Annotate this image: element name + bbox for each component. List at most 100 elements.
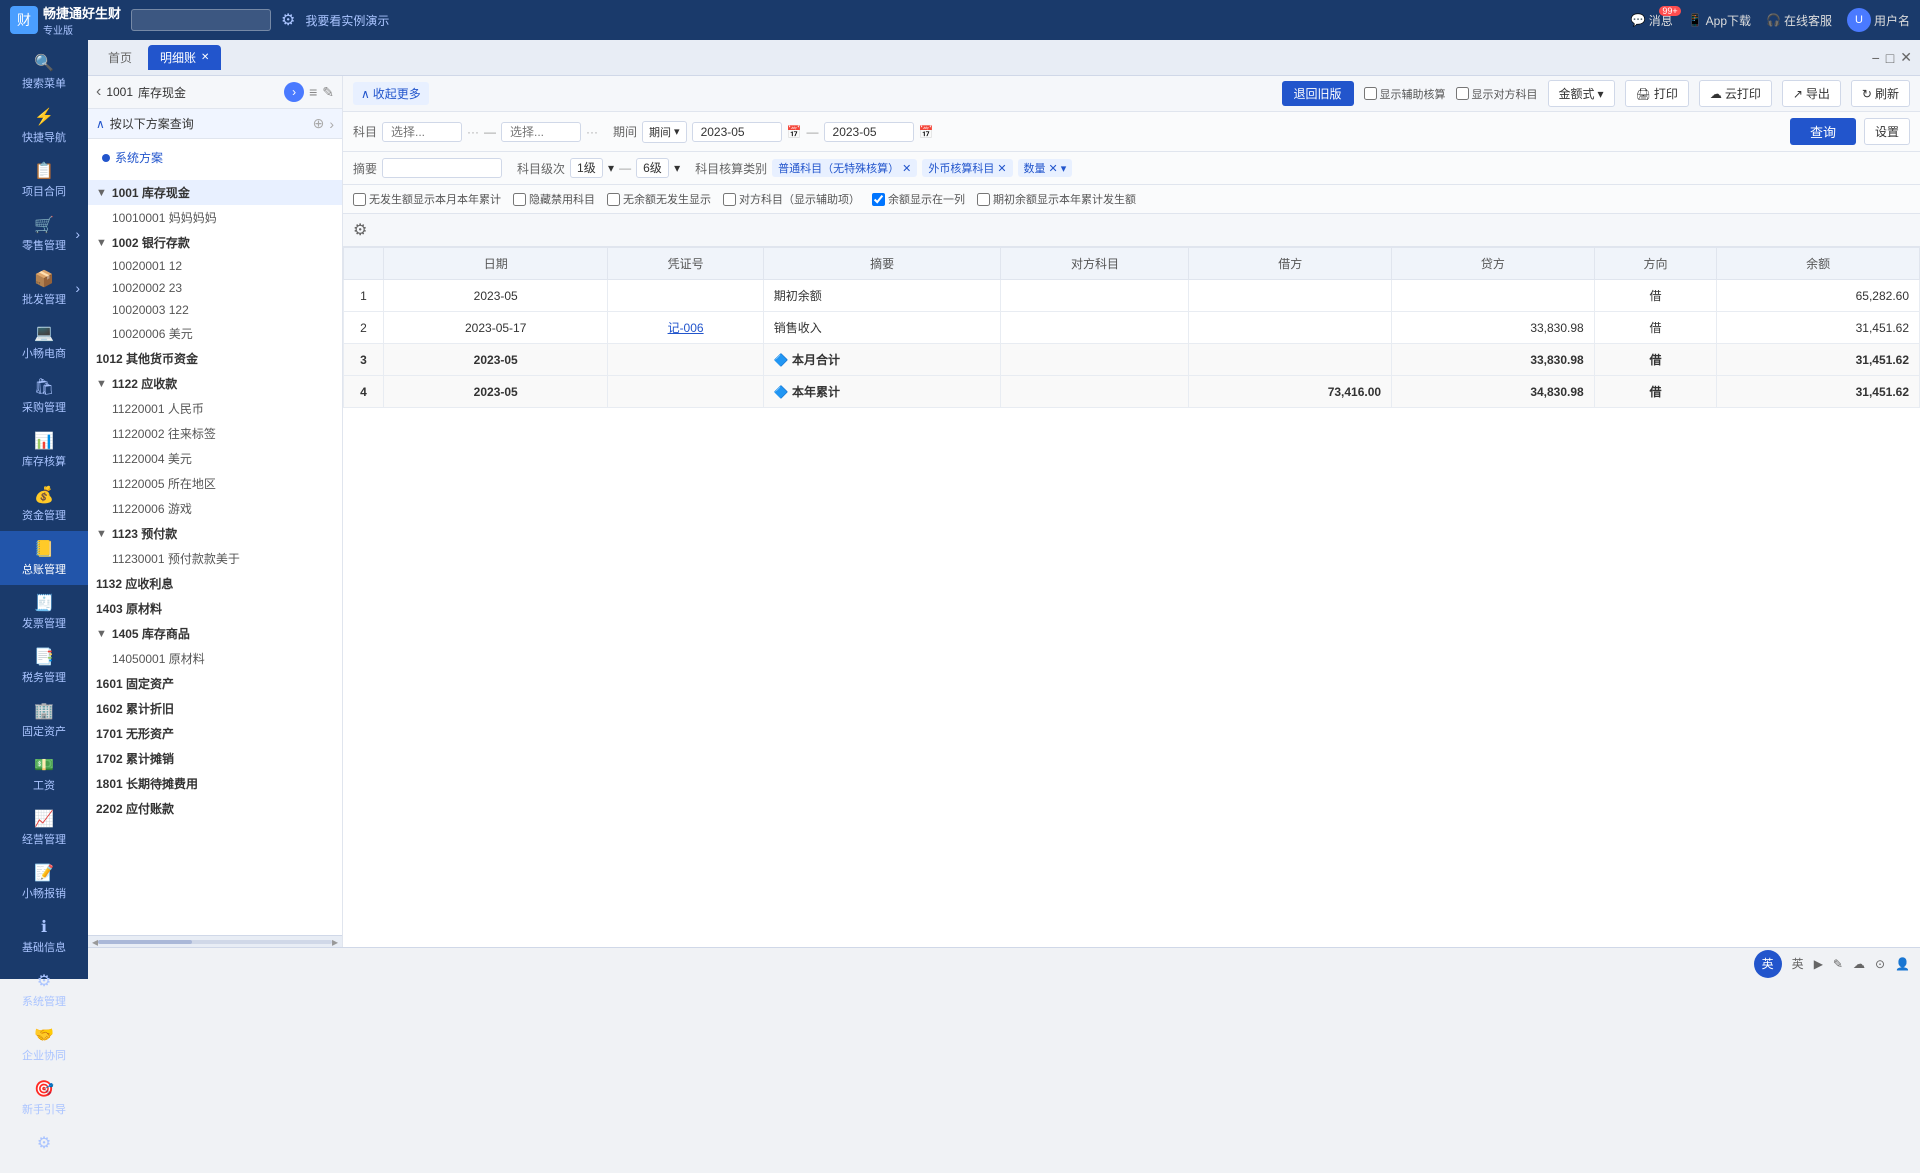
tree-item-1601[interactable]: 1601 固定资产 bbox=[88, 671, 342, 696]
sidebar-item-operations[interactable]: 📈 经营管理 bbox=[0, 801, 88, 855]
tree-item-11220001[interactable]: 11220001 人民币 bbox=[88, 396, 342, 421]
tree-item-1405[interactable]: ▼ 1405 库存商品 bbox=[88, 621, 342, 646]
level-from-select[interactable]: 1级2级3级 bbox=[570, 158, 603, 178]
sidebar-item-search[interactable]: 🔍 搜索菜单 bbox=[0, 45, 88, 99]
list-icon[interactable]: ≡ bbox=[309, 84, 317, 101]
calendar-start-icon[interactable]: 📅 bbox=[787, 125, 802, 139]
sidebar-item-project[interactable]: 📋 项目合同 bbox=[0, 153, 88, 207]
tree-item-10010001[interactable]: 10010001 妈妈妈妈 bbox=[88, 205, 342, 230]
show-opposite-subject-checkbox[interactable]: 显示对方科目 bbox=[1456, 86, 1538, 102]
app-download-button[interactable]: 📱 App下载 bbox=[1688, 12, 1751, 29]
refresh-button[interactable]: ↻ 刷新 bbox=[1851, 80, 1910, 107]
cloud-print-button[interactable]: ☁ 云打印 bbox=[1699, 80, 1772, 107]
voucher-link[interactable]: 记-006 bbox=[668, 321, 704, 335]
status-icon-edit[interactable]: ✎ bbox=[1833, 957, 1843, 971]
tree-item-1132[interactable]: 1132 应收利息 bbox=[88, 571, 342, 596]
tree-item-10020002[interactable]: 10020002 23 bbox=[88, 277, 342, 299]
tree-item-1403[interactable]: 1403 原材料 bbox=[88, 596, 342, 621]
tree-item-1702[interactable]: 1702 累计摊销 bbox=[88, 746, 342, 771]
tab-detail[interactable]: 明细账 ✕ bbox=[148, 45, 221, 70]
level-to-select[interactable]: 6级1级2级 bbox=[636, 158, 669, 178]
tree-item-1002[interactable]: ▼ 1002 银行存款 bbox=[88, 230, 342, 255]
demo-link[interactable]: 我要看实例演示 bbox=[305, 12, 389, 29]
sidebar-item-quick-nav[interactable]: ⚡ 快捷导航 bbox=[0, 99, 88, 153]
amount-style-button[interactable]: 金额式 ▾ bbox=[1548, 80, 1615, 107]
tree-item-11220002[interactable]: 11220002 往来标签 bbox=[88, 421, 342, 446]
arrow-right-icon[interactable]: › bbox=[329, 116, 334, 132]
back-to-old-button[interactable]: 退回旧版 bbox=[1282, 81, 1354, 106]
checkbox-no-occurrence[interactable]: 无发生额显示本月本年累计 bbox=[353, 191, 501, 207]
tree-item-10020006[interactable]: 10020006 美元 bbox=[88, 321, 342, 346]
checkbox-show-opposite[interactable]: 对方科目（显示辅助项） bbox=[723, 191, 860, 207]
tag-foreign-close[interactable]: ✕ bbox=[997, 162, 1006, 175]
sidebar-item-wholesale[interactable]: 📦 批发管理 bbox=[0, 261, 88, 315]
show-aux-accounting-checkbox[interactable]: 显示辅助核算 bbox=[1364, 86, 1446, 102]
settings-filter-button[interactable]: 设置 bbox=[1864, 118, 1910, 145]
scroll-right-icon[interactable]: ▸ bbox=[332, 935, 338, 948]
status-icon-person[interactable]: 👤 bbox=[1895, 957, 1910, 971]
checkbox-hide-disabled[interactable]: 隐藏禁用科目 bbox=[513, 191, 595, 207]
tree-item-11230001[interactable]: 11230001 预付款款美于 bbox=[88, 546, 342, 571]
sidebar-item-inventory[interactable]: 📊 库存核算 bbox=[0, 423, 88, 477]
tab-maximize-button[interactable]: □ bbox=[1886, 49, 1894, 66]
period-type-button[interactable]: 期间 ▾ bbox=[642, 121, 687, 143]
table-settings-icon[interactable]: ⚙ bbox=[353, 220, 367, 240]
status-icon-cloud[interactable]: ☁ bbox=[1853, 957, 1865, 971]
tree-item-2202[interactable]: 2202 应付账款 bbox=[88, 796, 342, 821]
sidebar-item-ecommerce[interactable]: 💻 小畅电商 bbox=[0, 315, 88, 369]
print-button[interactable]: 🖨 打印 bbox=[1625, 80, 1689, 107]
edit-icon[interactable]: ✎ bbox=[322, 84, 334, 101]
status-icon-cloud2[interactable]: ⊙ bbox=[1875, 957, 1885, 971]
sidebar-item-system[interactable]: ⚙ 系统管理 bbox=[0, 963, 88, 1017]
user-avatar[interactable]: U 用户名 bbox=[1847, 8, 1910, 32]
status-icon-2[interactable]: ▶ bbox=[1814, 957, 1823, 971]
tree-item-1123[interactable]: ▼ 1123 预付款 bbox=[88, 521, 342, 546]
tree-item-11220005[interactable]: 11220005 所在地区 bbox=[88, 471, 342, 496]
subject-filter-input-end[interactable] bbox=[501, 122, 581, 142]
tree-item-11220006[interactable]: 11220006 游戏 bbox=[88, 496, 342, 521]
tree-item-14050001[interactable]: 14050001 原材料 bbox=[88, 646, 342, 671]
tab-home[interactable]: 首页 bbox=[96, 45, 144, 70]
calendar-end-icon[interactable]: 📅 bbox=[919, 125, 934, 139]
sidebar-item-sales-report[interactable]: 📝 小畅报销 bbox=[0, 855, 88, 909]
tree-item-10020001[interactable]: 10020001 12 bbox=[88, 255, 342, 277]
sidebar-item-tax[interactable]: 📑 税务管理 bbox=[0, 639, 88, 693]
tree-item-1801[interactable]: 1801 长期待摊费用 bbox=[88, 771, 342, 796]
sidebar-item-retail[interactable]: 🛒 零售管理 bbox=[0, 207, 88, 261]
settings-icon[interactable]: ⚙ bbox=[281, 10, 295, 30]
global-search-input[interactable] bbox=[131, 9, 271, 31]
message-button[interactable]: 💬 消息 99+ bbox=[1631, 12, 1673, 29]
tree-item-1602[interactable]: 1602 累计折旧 bbox=[88, 696, 342, 721]
chevron-left-icon[interactable]: ‹ bbox=[96, 83, 101, 101]
sidebar-item-guide[interactable]: 🎯 新手引导 bbox=[0, 1071, 88, 1125]
tree-item-1001[interactable]: ▼ 1001 库存现金 bbox=[88, 180, 342, 205]
nav-next-button[interactable]: › bbox=[284, 82, 304, 102]
tree-item-1701[interactable]: 1701 无形资产 bbox=[88, 721, 342, 746]
sidebar-item-salary[interactable]: 💵 工资 bbox=[0, 747, 88, 801]
sidebar-item-cooperation[interactable]: 🤝 企业协同 bbox=[0, 1017, 88, 1071]
tree-item-1122[interactable]: ▼ 1122 应收款 bbox=[88, 371, 342, 396]
online-service-button[interactable]: 🎧 在线客服 bbox=[1766, 12, 1832, 29]
tab-close-button[interactable]: ✕ bbox=[1900, 49, 1912, 66]
summary-input[interactable] bbox=[382, 158, 502, 178]
sidebar-item-purchase[interactable]: 🛍 采购管理 bbox=[0, 369, 88, 423]
period-start-input[interactable] bbox=[692, 122, 782, 142]
checkbox-show-ytd[interactable]: 期初余额显示本年累计发生额 bbox=[977, 191, 1136, 207]
status-icon-1[interactable]: 英 bbox=[1792, 955, 1804, 972]
tag-quantity-close[interactable]: ✕ bbox=[1049, 162, 1058, 175]
system-scheme-button[interactable]: 系统方案 bbox=[96, 145, 334, 170]
switch-lang-button[interactable]: 英 bbox=[1754, 950, 1782, 978]
sidebar-item-settings[interactable]: ⚙ bbox=[37, 1125, 51, 1163]
tag-normal-close[interactable]: ✕ bbox=[902, 162, 911, 175]
sidebar-item-ledger[interactable]: 📒 总账管理 bbox=[0, 531, 88, 585]
chevron-up-icon[interactable]: ∧ bbox=[96, 117, 105, 131]
sidebar-item-assets[interactable]: 🏢 固定资产 bbox=[0, 693, 88, 747]
sidebar-item-basic-info[interactable]: ℹ 基础信息 bbox=[0, 909, 88, 963]
checkbox-balance-single-col[interactable]: 余额显示在一列 bbox=[872, 191, 965, 207]
expand-more-button[interactable]: ∧ 收起更多 bbox=[353, 82, 429, 105]
export-button[interactable]: ↗ 导出 bbox=[1782, 80, 1841, 107]
tree-item-1012[interactable]: 1012 其他货币资金 bbox=[88, 346, 342, 371]
query-button[interactable]: 查询 bbox=[1790, 118, 1856, 145]
settings-circle-icon[interactable]: ⊕ bbox=[313, 115, 325, 132]
tab-close-icon[interactable]: ✕ bbox=[201, 52, 209, 63]
